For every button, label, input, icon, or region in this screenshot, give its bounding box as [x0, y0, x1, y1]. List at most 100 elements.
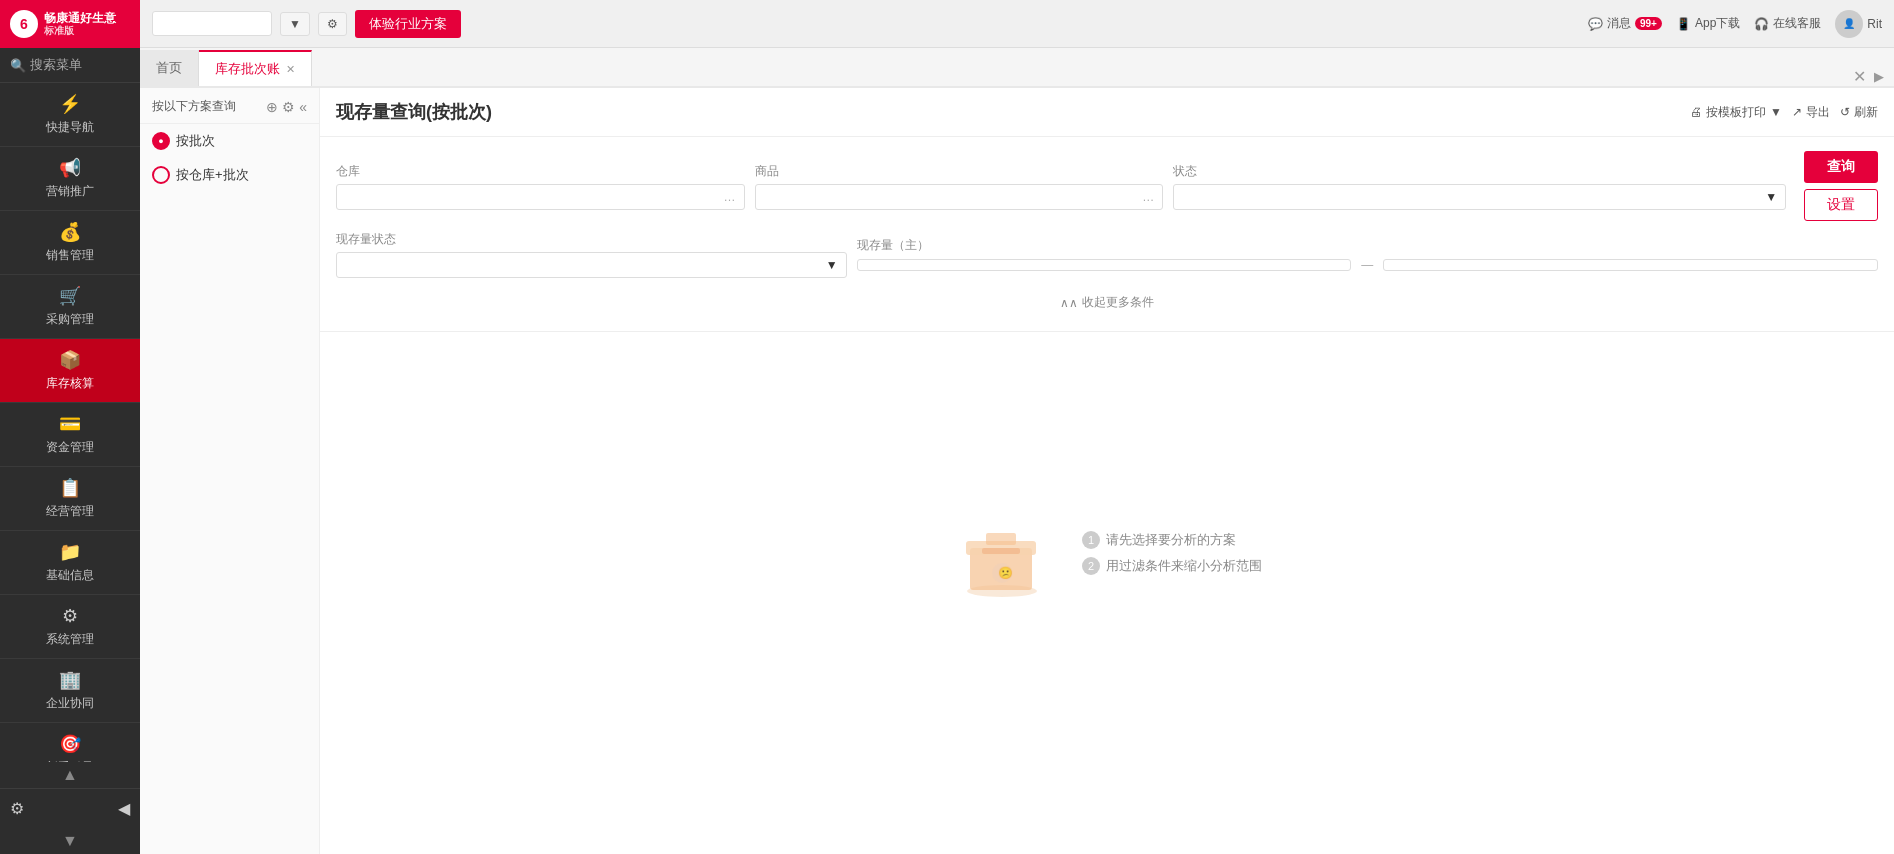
collapse-panel-btn[interactable]: «: [299, 99, 307, 115]
print-btn[interactable]: 🖨 按模板打印 ▼: [1690, 104, 1782, 121]
refresh-btn[interactable]: ↺ 刷新: [1840, 104, 1878, 121]
collapse-up-icon: ∧∧: [1060, 296, 1078, 310]
message-icon: 💬: [1588, 17, 1603, 31]
headset-icon: 🎧: [1754, 17, 1769, 31]
export-btn[interactable]: ↗ 导出: [1792, 104, 1830, 121]
tab-home[interactable]: 首页: [140, 50, 199, 86]
sidebar-item-finance[interactable]: 💳 资金管理: [0, 403, 140, 467]
sidebar-scroll-up[interactable]: ▲: [0, 762, 140, 788]
guide-icon: 🎯: [59, 733, 81, 755]
print-label: 按模板打印: [1706, 104, 1766, 121]
sidebar-item-quick-nav[interactable]: ⚡ 快捷导航: [0, 83, 140, 147]
system-icon: ⚙: [62, 605, 78, 627]
topbar-dropdown-btn[interactable]: ▼: [280, 12, 310, 36]
add-scheme-btn[interactable]: ⊕: [266, 99, 278, 115]
scheme-by-batch-label: 按批次: [176, 132, 215, 150]
status-label: 状态: [1173, 163, 1786, 180]
scheme-by-warehouse-batch[interactable]: 按仓库+批次: [140, 158, 319, 192]
sidebar-item-operations[interactable]: 📋 经营管理: [0, 467, 140, 531]
phone-icon: 📱: [1676, 17, 1691, 31]
sidebar-item-guide[interactable]: 🎯 新手引导: [0, 723, 140, 762]
online-service-btn[interactable]: 🎧 在线客服: [1754, 15, 1821, 32]
collapse-icon[interactable]: ◀: [118, 799, 130, 818]
filter-row-2: 现存量状态 ▼ 现存量（主） —: [336, 231, 1878, 278]
empty-svg: 😕: [952, 503, 1052, 603]
avatar: 👤: [1835, 10, 1863, 38]
product-dots-btn[interactable]: …: [1142, 190, 1154, 204]
messages-label: 消息: [1607, 15, 1631, 32]
tip1-num: 1: [1082, 531, 1100, 549]
sidebar-nav: ⚡ 快捷导航 📢 营销推广 💰 销售管理 🛒 采购管理 📦 库存核算 💳 资金管…: [0, 83, 140, 762]
empty-state-content: 😕 1 请先选择要分析的方案 2 用过滤条件来缩小分析范围: [952, 503, 1262, 603]
sidebar-item-label: 快捷导航: [46, 119, 94, 136]
svg-rect-3: [986, 533, 1016, 545]
print-dropdown-icon[interactable]: ▼: [1770, 105, 1782, 119]
collapse-filter-btn[interactable]: ∧∧ 收起更多条件: [336, 288, 1878, 317]
manage-scheme-btn[interactable]: ⚙: [282, 99, 295, 115]
sidebar-item-label: 经营管理: [46, 503, 94, 520]
tab-inventory-batch[interactable]: 库存批次账 ✕: [199, 50, 312, 86]
topbar-left: ▼ ⚙ 体验行业方案: [152, 10, 1580, 38]
search-icon: 🔍: [10, 58, 26, 73]
quantity-from-input[interactable]: [857, 259, 1352, 271]
right-panel: 现存量查询(按批次) 🖨 按模板打印 ▼ ↗ 导出 ↺ 刷新: [320, 88, 1894, 854]
settings-button[interactable]: 设置: [1804, 189, 1878, 221]
enterprise-icon: 🏢: [59, 669, 81, 691]
sidebar-item-inventory[interactable]: 📦 库存核算: [0, 339, 140, 403]
sidebar-item-marketing[interactable]: 📢 营销推广: [0, 147, 140, 211]
quantity-field: 现存量（主） —: [857, 237, 1878, 272]
messages-badge: 99+: [1635, 17, 1662, 30]
tab-close-btn[interactable]: ✕: [286, 63, 295, 76]
scheme-by-warehouse-batch-label: 按仓库+批次: [176, 166, 249, 184]
inventory-status-select[interactable]: ▼: [336, 252, 847, 278]
warehouse-dots-btn[interactable]: …: [724, 190, 736, 204]
filter-area: 仓库 … 商品 … 状态: [320, 137, 1894, 332]
refresh-label: 刷新: [1854, 104, 1878, 121]
sidebar-item-label: 企业协同: [46, 695, 94, 712]
warehouse-input[interactable]: …: [336, 184, 745, 210]
product-field: 商品 …: [755, 163, 1164, 210]
status-select[interactable]: ▼: [1173, 184, 1786, 210]
action-buttons: 查询 设置: [1804, 151, 1878, 221]
messages-btn[interactable]: 💬 消息 99+: [1588, 15, 1662, 32]
sales-icon: 💰: [59, 221, 81, 243]
query-button[interactable]: 查询: [1804, 151, 1878, 183]
topbar-settings-btn[interactable]: ⚙: [318, 12, 347, 36]
inv-status-chevron-icon: ▼: [826, 258, 838, 272]
basic-info-icon: 📁: [59, 541, 81, 563]
topbar-search-placeholder: [161, 15, 197, 32]
user-name: Rit: [1867, 17, 1882, 31]
sidebar-scroll-down[interactable]: ▼: [0, 828, 140, 854]
svg-rect-4: [982, 548, 1020, 554]
print-icon: 🖨: [1690, 105, 1702, 119]
scheme-by-batch[interactable]: ● 按批次: [140, 124, 319, 158]
collapse-label: 收起更多条件: [1082, 294, 1154, 311]
sidebar-item-basic-info[interactable]: 📁 基础信息: [0, 531, 140, 595]
online-service-label: 在线客服: [1773, 15, 1821, 32]
sidebar-item-system[interactable]: ⚙ 系统管理: [0, 595, 140, 659]
app-logo: 6: [10, 10, 38, 38]
empty-tip-1: 1 请先选择要分析的方案: [1082, 531, 1262, 549]
tab-bar: 首页 库存批次账 ✕ ✕ ▶: [140, 48, 1894, 88]
app-download-label: App下载: [1695, 15, 1740, 32]
user-btn[interactable]: 👤 Rit: [1835, 10, 1882, 38]
inventory-status-label: 现存量状态: [336, 231, 847, 248]
sidebar-item-sales[interactable]: 💰 销售管理: [0, 211, 140, 275]
purchase-icon: 🛒: [59, 285, 81, 307]
sidebar-search[interactable]: 🔍 搜索菜单: [0, 48, 140, 83]
trial-btn[interactable]: 体验行业方案: [355, 10, 461, 38]
sidebar-item-purchase[interactable]: 🛒 采购管理: [0, 275, 140, 339]
marketing-icon: 📢: [59, 157, 81, 179]
app-download-btn[interactable]: 📱 App下载: [1676, 15, 1740, 32]
filter-row-1: 仓库 … 商品 … 状态: [336, 151, 1878, 221]
product-input[interactable]: …: [755, 184, 1164, 210]
tab-more-btn[interactable]: ▶: [1874, 69, 1884, 84]
sidebar-item-enterprise[interactable]: 🏢 企业协同: [0, 659, 140, 723]
topbar-search-box[interactable]: [152, 11, 272, 36]
quantity-to-input[interactable]: [1383, 259, 1878, 271]
settings-icon[interactable]: ⚙: [10, 799, 24, 818]
tab-home-label: 首页: [156, 59, 182, 77]
tab-panel-close-btn[interactable]: ✕: [1853, 67, 1866, 86]
app-title-block: 畅康通好生意 标准版: [44, 11, 116, 37]
tab-right-actions: ✕ ▶: [1853, 67, 1894, 86]
